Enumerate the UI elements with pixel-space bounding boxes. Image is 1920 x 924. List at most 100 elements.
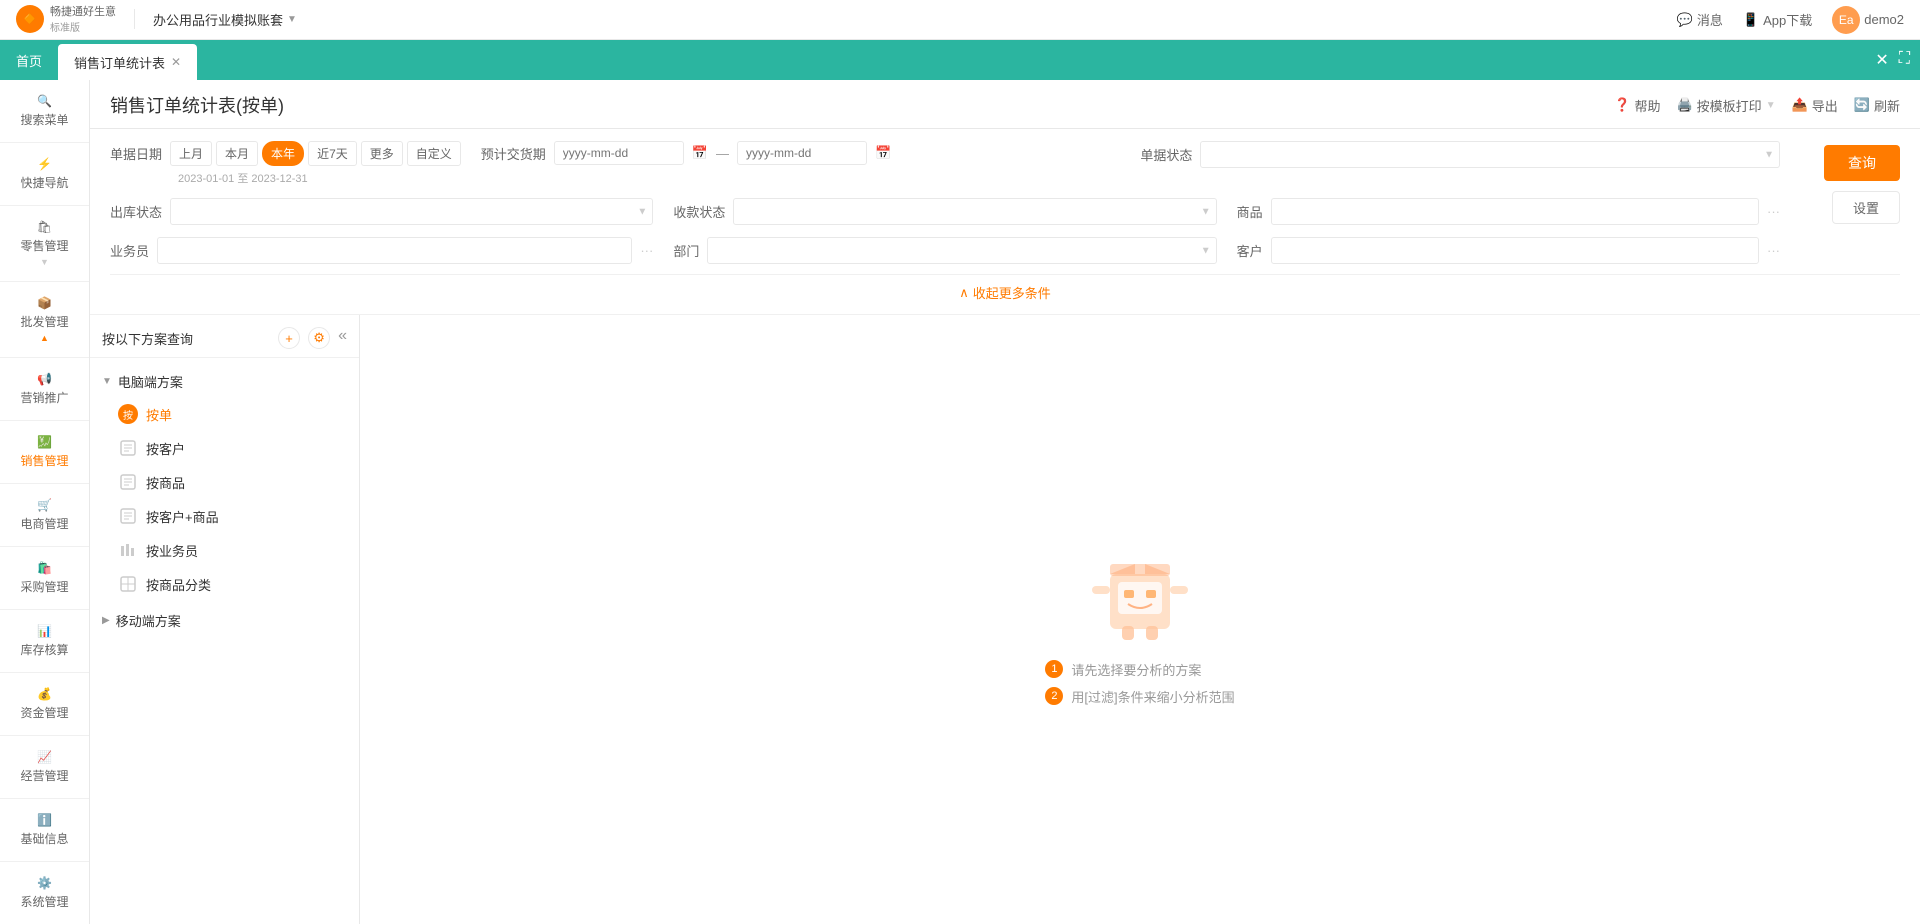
sidebar-item-ecommerce[interactable]: 🛒 电商管理 — [0, 484, 89, 547]
scheme-item-by-category[interactable]: 按商品分类 — [90, 567, 359, 601]
refresh-btn[interactable]: 🔄 刷新 — [1854, 96, 1900, 115]
date-btn-last-month[interactable]: 上月 — [170, 141, 212, 166]
payment-status-select[interactable] — [733, 198, 1216, 225]
scheme-item-by-product[interactable]: 按商品 — [90, 465, 359, 499]
app-download-icon: 📱 — [1743, 12, 1759, 28]
sidebar-item-operation[interactable]: 📈 经营管理 — [0, 736, 89, 799]
product-filter: 商品 ··· — [1237, 198, 1780, 225]
date-btns: 上月 本月 本年 近7天 更多 自定义 — [170, 141, 461, 166]
quick-nav-icon: ⚡ — [37, 157, 52, 171]
scheme-mobile-header[interactable]: ▶ 移动端方案 — [90, 605, 359, 636]
scheme-desktop-header[interactable]: ▼ 电脑端方案 — [90, 366, 359, 397]
template-print-btn[interactable]: 🖨️ 按模板打印 ▼ — [1676, 96, 1775, 115]
empty-illustration — [1080, 534, 1200, 644]
message-btn[interactable]: 💬 消息 — [1677, 10, 1723, 29]
message-icon: 💬 — [1677, 12, 1693, 28]
order-status-select[interactable] — [1200, 141, 1780, 168]
sidebar-item-wholesale-label: 批发管理 — [20, 313, 68, 330]
date-btn-more[interactable]: 更多 — [361, 141, 403, 166]
marketing-icon: 📢 — [37, 372, 52, 386]
department-select[interactable] — [707, 237, 1216, 264]
scheme-item-by-order[interactable]: 按 按单 — [90, 397, 359, 431]
payment-status-filter: 收款状态 ▼ — [673, 198, 1216, 225]
tab-sales-order-stats[interactable]: 销售订单统计表 ✕ — [58, 44, 197, 80]
out-status-label: 出库状态 — [110, 202, 162, 221]
customer-more-icon[interactable]: ··· — [1767, 243, 1780, 258]
message-label: 消息 — [1697, 10, 1723, 29]
date-btn-last-7-days[interactable]: 近7天 — [308, 141, 357, 166]
sidebar-item-wholesale[interactable]: 📦 批发管理 ▲ — [0, 282, 89, 358]
product-more-icon[interactable]: ··· — [1767, 204, 1780, 219]
product-label: 商品 — [1237, 202, 1263, 221]
top-bar: 🔶 畅捷通好生意 标准版 办公用品行业模拟账套 ▼ 💬 消息 📱 App下载 E… — [0, 0, 1920, 40]
by-order-icon: 按 — [118, 404, 138, 424]
scheme-panel-header: 按以下方案查询 + ⚙ « — [90, 327, 359, 358]
operation-icon: 📈 — [37, 750, 52, 764]
scheme-item-by-salesperson[interactable]: 按业务员 — [90, 533, 359, 567]
top-bar-left: 🔶 畅捷通好生意 标准版 办公用品行业模拟账套 ▼ — [16, 5, 297, 34]
calendar-icon-to: 📅 — [875, 145, 891, 161]
salesperson-filter: 业务员 ··· — [110, 237, 653, 264]
date-label: 单据日期 — [110, 144, 162, 163]
app-title[interactable]: 办公用品行业模拟账套 ▼ — [153, 10, 297, 29]
scheme-add-btn[interactable]: + — [278, 327, 300, 349]
by-customer-label: 按客户 — [146, 439, 185, 458]
window-minimize-btn[interactable]: ✕ — [1875, 50, 1888, 70]
sidebar-item-sales[interactable]: 💹 销售管理 — [0, 421, 89, 484]
date-btn-this-year[interactable]: 本年 — [262, 141, 304, 166]
department-label: 部门 — [673, 241, 699, 260]
salesperson-input[interactable] — [157, 237, 632, 264]
window-maximize-btn[interactable]: ⛶ — [1899, 50, 1910, 70]
scheme-item-by-customer-product[interactable]: 按客户+商品 — [90, 499, 359, 533]
sidebar-item-inventory[interactable]: 📊 库存核算 — [0, 610, 89, 673]
help-btn[interactable]: ❓ 帮助 — [1614, 96, 1660, 115]
sidebar-item-system[interactable]: ⚙️ 系统管理 — [0, 862, 89, 924]
app-download-btn[interactable]: 📱 App下载 — [1743, 10, 1812, 29]
main-layout: 🔍 搜索菜单 ⚡ 快捷导航 🛍 零售管理 ▼ 📦 批发管理 ▲ 📢 营销推广 💹… — [0, 80, 1920, 924]
date-from-input[interactable] — [554, 141, 684, 165]
customer-filter: 客户 ··· — [1237, 237, 1780, 264]
query-button[interactable]: 查询 — [1824, 145, 1900, 181]
collapse-chevron-icon: ∧ — [959, 285, 969, 301]
customer-input[interactable] — [1271, 237, 1759, 264]
sidebar-item-basic-label: 基础信息 — [20, 830, 68, 847]
export-icon: 📤 — [1792, 97, 1808, 113]
scheme-settings-btn[interactable]: ⚙ — [308, 327, 330, 349]
sidebar-quick-nav[interactable]: ⚡ 快捷导航 — [0, 143, 89, 206]
tab-close-icon[interactable]: ✕ — [171, 55, 181, 69]
sidebar-search[interactable]: 🔍 搜索菜单 — [0, 80, 89, 143]
sidebar-item-ecommerce-label: 电商管理 — [20, 515, 68, 532]
logo-text: 畅捷通好生意 — [50, 5, 116, 19]
content-area: 销售订单统计表(按单) ❓ 帮助 🖨️ 按模板打印 ▼ 📤 导出 — [90, 80, 1920, 924]
scheme-collapse-btn[interactable]: « — [338, 327, 347, 349]
sidebar-item-finance[interactable]: 💰 资金管理 — [0, 673, 89, 736]
sidebar-item-basic[interactable]: ℹ️ 基础信息 — [0, 799, 89, 862]
date-range-text: 2023-01-01 至 2023-12-31 — [110, 170, 461, 186]
tab-home[interactable]: 首页 — [0, 40, 58, 80]
export-label: 导出 — [1812, 96, 1838, 115]
logo-area: 🔶 畅捷通好生意 标准版 — [16, 5, 116, 34]
sidebar-search-label: 搜索菜单 — [20, 111, 68, 128]
sidebar-item-retail[interactable]: 🛍 零售管理 ▼ — [0, 206, 89, 282]
out-status-select[interactable] — [170, 198, 653, 225]
desktop-section-arrow: ▼ — [102, 376, 112, 387]
product-input[interactable] — [1271, 198, 1759, 225]
salesperson-more-icon[interactable]: ··· — [640, 243, 653, 258]
export-btn[interactable]: 📤 导出 — [1792, 96, 1838, 115]
settings-button[interactable]: 设置 — [1832, 191, 1900, 224]
date-btn-custom[interactable]: 自定义 — [407, 141, 461, 166]
scheme-item-by-customer[interactable]: 按客户 — [90, 431, 359, 465]
desktop-section-title: 电脑端方案 — [118, 372, 183, 391]
sidebar-item-inventory-label: 库存核算 — [20, 641, 68, 658]
sidebar-item-marketing[interactable]: 📢 营销推广 — [0, 358, 89, 421]
sidebar-item-finance-label: 资金管理 — [20, 704, 68, 721]
date-btn-this-month[interactable]: 本月 — [216, 141, 258, 166]
app-title-text: 办公用品行业模拟账套 — [153, 10, 283, 29]
mobile-section-arrow: ▶ — [102, 615, 110, 626]
user-menu[interactable]: Ea demo2 — [1832, 6, 1904, 34]
collapse-bar[interactable]: ∧ 收起更多条件 — [110, 274, 1900, 302]
sidebar-item-purchase[interactable]: 🛍️ 采购管理 — [0, 547, 89, 610]
date-to-input[interactable] — [737, 141, 867, 165]
tip-num-2: 2 — [1045, 687, 1063, 705]
sidebar: 🔍 搜索菜单 ⚡ 快捷导航 🛍 零售管理 ▼ 📦 批发管理 ▲ 📢 营销推广 💹… — [0, 80, 90, 924]
